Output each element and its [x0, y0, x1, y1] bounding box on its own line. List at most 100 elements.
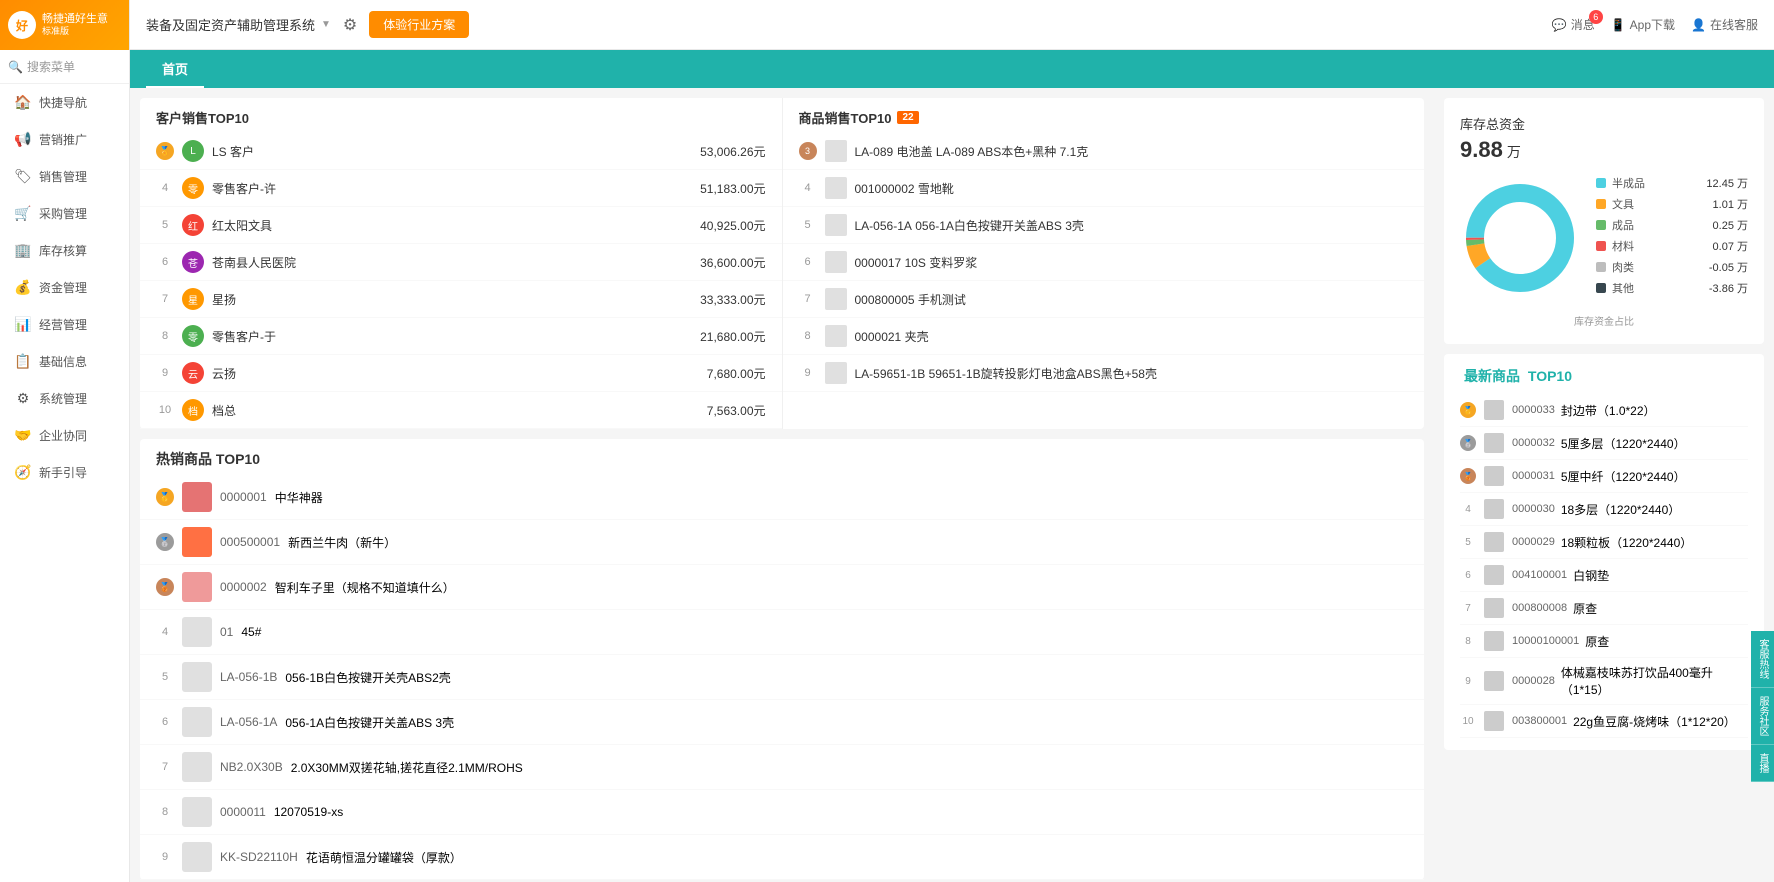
- float-btn-community[interactable]: 服务社区: [1751, 688, 1774, 745]
- rank-number: 4: [799, 182, 817, 194]
- sidebar-item-enterprise[interactable]: 🤝 企业协同: [0, 417, 129, 454]
- legend-item: 半成品 12.45 万: [1596, 175, 1748, 191]
- product-code: 0000033: [1512, 404, 1555, 416]
- list-item: 4 01 45#: [140, 610, 1424, 655]
- list-item: 8 10000100001 原查: [1460, 625, 1748, 658]
- nav-label: 经营管理: [39, 316, 87, 333]
- product-code: NB2.0X30B: [220, 760, 283, 774]
- rank-medal: 🏅: [156, 142, 174, 160]
- table-row: 5 红 红太阳文具 40,925.00元: [140, 207, 782, 244]
- main-area: 装备及固定资产辅助管理系统 ▼ ⚙ 体验行业方案 💬 消息 6 📱 App下载 …: [130, 0, 1774, 882]
- trial-button[interactable]: 体验行业方案: [369, 11, 469, 38]
- nav-label: 新手引导: [39, 464, 87, 481]
- float-btn-live[interactable]: 直播: [1751, 745, 1774, 782]
- product-name: 056-1A白色按键开关盖ABS 3壳: [285, 714, 454, 731]
- product-icon: [1484, 598, 1504, 618]
- customer-name: 红太阳文具: [212, 217, 700, 234]
- product-sales-list: 3 LA-089 电池盖 LA-089 ABS本色+黑种 7.1克 4 0010…: [783, 133, 1425, 392]
- sidebar-item-inventory[interactable]: 🏢 库存核算: [0, 232, 129, 269]
- donut-svg: [1460, 178, 1580, 298]
- sidebar-item-system[interactable]: ⚙ 系统管理: [0, 380, 129, 417]
- tab-bar: 首页: [130, 50, 1774, 88]
- top10-badge: 22: [897, 111, 918, 124]
- product-info: LA-089 电池盖 LA-089 ABS本色+黑种 7.1克: [855, 143, 1409, 160]
- rank-medal: 🥉: [156, 578, 174, 596]
- new-products-card: 最新商品 TOP10 🥇 0000033 封边带（1.0*22） 🥈 00000…: [1444, 354, 1764, 750]
- product-name: 中华神器: [275, 489, 323, 506]
- search-menu[interactable]: 🔍 搜索菜单: [0, 50, 129, 84]
- product-name: 18颗粒板（1220*2440）: [1561, 534, 1692, 551]
- customer-name: 档总: [212, 402, 707, 419]
- legend-value: 0.07 万: [1713, 238, 1748, 254]
- sidebar: 好 畅捷通好生意 标准版 🔍 搜索菜单 🏠 快捷导航 📢 营销推广 🏷 销售管理…: [0, 0, 130, 882]
- top-section: 客户销售TOP10 🏅 L LS 客户 53,006.26元 4 零: [140, 98, 1424, 429]
- nav-label: 营销推广: [39, 131, 87, 148]
- table-row: 7 星 星扬 33,333.00元: [140, 281, 782, 318]
- app-download-label: App下载: [1630, 16, 1675, 33]
- hot-products-card: 热销商品 TOP10 🥇 0000001 中华神器 🥈 000500001 新西…: [140, 439, 1424, 880]
- product-sales-title: 商品销售TOP10: [799, 108, 892, 127]
- product-code: 0000028: [1512, 675, 1555, 687]
- sidebar-item-finance[interactable]: 💰 资金管理: [0, 269, 129, 306]
- product-icon: [1484, 433, 1504, 453]
- system-name[interactable]: 装备及固定资产辅助管理系统 ▼: [146, 15, 331, 34]
- rank-number: 6: [1460, 570, 1476, 581]
- product-code: 0000030: [1512, 503, 1555, 515]
- rank-medal: 🥈: [156, 533, 174, 551]
- legend-item: 成品 0.25 万: [1596, 217, 1748, 233]
- customer-name: 苍南县人民医院: [212, 254, 700, 271]
- sidebar-item-sales[interactable]: 🏷 销售管理: [0, 158, 129, 195]
- chart-label: 库存资金占比: [1460, 313, 1748, 328]
- rank-number: 7: [1460, 603, 1476, 614]
- rank-medal: 🥇: [156, 488, 174, 506]
- customer-amount: 7,680.00元: [707, 365, 766, 382]
- sidebar-item-quick-nav[interactable]: 🏠 快捷导航: [0, 84, 129, 121]
- legend-label: 其他: [1612, 280, 1634, 296]
- sidebar-item-marketing[interactable]: 📢 营销推广: [0, 121, 129, 158]
- product-code: 000800008: [1512, 602, 1567, 614]
- product-name: 封边带（1.0*22）: [1561, 402, 1656, 419]
- new-products-subtitle: TOP10: [1528, 368, 1572, 384]
- customer-amount: 21,680.00元: [700, 328, 765, 345]
- rank-number: 4: [156, 182, 174, 194]
- legend-value: 12.45 万: [1706, 175, 1748, 191]
- settings-button[interactable]: ⚙: [343, 15, 357, 35]
- legend-label: 成品: [1612, 217, 1634, 233]
- list-item: 10 003800001 22g鱼豆腐-烧烤味（1*12*20）: [1460, 705, 1748, 738]
- table-row: 8 零 零售客户-于 21,680.00元: [140, 318, 782, 355]
- tab-home[interactable]: 首页: [146, 51, 204, 88]
- sidebar-item-operations[interactable]: 📊 经营管理: [0, 306, 129, 343]
- avatar: L: [182, 140, 204, 162]
- list-item: 🥇 0000001 中华神器: [140, 475, 1424, 520]
- product-icon: [1484, 499, 1504, 519]
- legend-label: 材料: [1612, 238, 1634, 254]
- message-button[interactable]: 💬 消息 6: [1552, 16, 1595, 33]
- customer-amount: 40,925.00元: [700, 217, 765, 234]
- product-info: 0000021 夹壳: [855, 328, 1409, 345]
- table-row: 5 LA-056-1A 056-1A白色按键开关盖ABS 3壳: [783, 207, 1425, 244]
- product-name: 12070519-xs: [274, 805, 343, 819]
- sidebar-item-purchase[interactable]: 🛒 采购管理: [0, 195, 129, 232]
- product-name: 2.0X30MM双搓花轴,搓花直径2.1MM/ROHS: [291, 759, 523, 776]
- customer-amount: 7,563.00元: [707, 402, 766, 419]
- float-btn-service[interactable]: 客服热线: [1751, 631, 1774, 688]
- inventory-legend: 半成品 12.45 万 文具 1.01 万 成品 0.25 万: [1596, 175, 1748, 301]
- product-name: 5厘中纤（1220*2440）: [1561, 468, 1686, 485]
- rank-number: 10: [156, 404, 174, 416]
- sidebar-item-guide[interactable]: 🧭 新手引导: [0, 454, 129, 491]
- app-download-button[interactable]: 📱 App下载: [1611, 16, 1675, 33]
- list-item: 🥇 0000033 封边带（1.0*22）: [1460, 394, 1748, 427]
- product-name: 体械嘉枝味苏打饮品400毫升（1*15）: [1561, 664, 1748, 698]
- rank-number: 8: [799, 330, 817, 342]
- search-icon: 🔍: [8, 60, 23, 74]
- product-code: 0000002: [220, 580, 267, 594]
- avatar: 零: [182, 177, 204, 199]
- sidebar-navigation: 🏠 快捷导航 📢 营销推广 🏷 销售管理 🛒 采购管理 🏢 库存核算 💰 资金管…: [0, 84, 129, 882]
- avatar: 苍: [182, 251, 204, 273]
- online-service-button[interactable]: 👤 在线客服: [1691, 16, 1758, 33]
- sidebar-item-base-info[interactable]: 📋 基础信息: [0, 343, 129, 380]
- customer-name: 星扬: [212, 291, 700, 308]
- legend-item: 肉类 -0.05 万: [1596, 259, 1748, 275]
- product-code: 000500001: [220, 535, 280, 549]
- table-row: 9 云 云扬 7,680.00元: [140, 355, 782, 392]
